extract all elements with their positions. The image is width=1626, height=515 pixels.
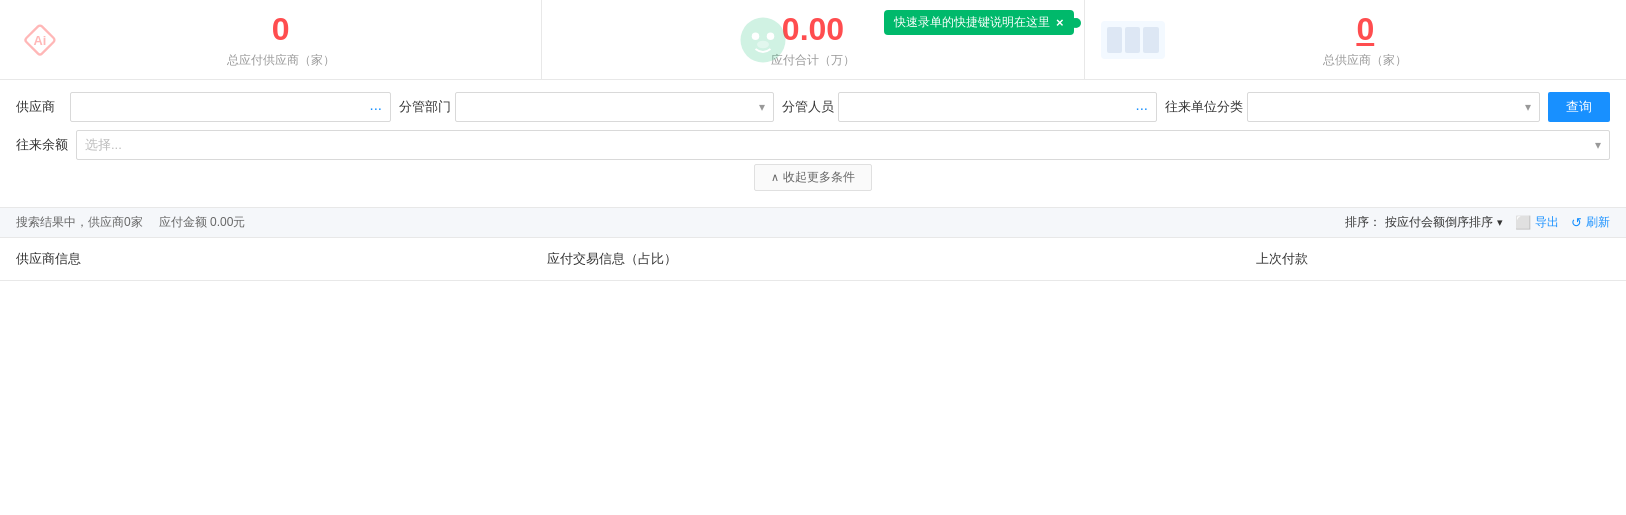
balance-chevron-icon: ▾ bbox=[1595, 138, 1601, 152]
collapse-row: ∧ 收起更多条件 bbox=[16, 160, 1610, 199]
filter-area: 供应商 ··· 分管部门 ▾ 分管人员 ··· 往来单位分类 ▾ bbox=[0, 80, 1626, 208]
filter-row-1: 供应商 ··· 分管部门 ▾ 分管人员 ··· 往来单位分类 ▾ bbox=[16, 92, 1610, 122]
total-payable-suppliers-label: 总应付供应商（家） bbox=[227, 52, 335, 69]
col-header-supplier: 供应商信息 bbox=[16, 250, 547, 268]
result-right-actions: 排序： 按应付会额倒序排序 ▾ ⬜ 导出 ↺ 刷新 bbox=[1345, 214, 1610, 231]
person-more-btn[interactable]: ··· bbox=[1135, 99, 1148, 116]
filter-row-2: 往来余额 选择... ▾ bbox=[16, 130, 1610, 160]
supplier-more-btn[interactable]: ··· bbox=[369, 99, 382, 116]
refresh-label: 刷新 bbox=[1586, 214, 1610, 231]
balance-select[interactable]: 选择... ▾ bbox=[76, 130, 1610, 160]
export-icon: ⬜ bbox=[1515, 215, 1531, 230]
tooltip-close-button[interactable]: × bbox=[1056, 15, 1064, 30]
collapse-button[interactable]: ∧ 收起更多条件 bbox=[754, 164, 872, 191]
sort-dropdown[interactable]: 排序： 按应付会额倒序排序 ▾ bbox=[1345, 214, 1503, 231]
department-select[interactable]: ▾ bbox=[455, 92, 774, 122]
svg-point-5 bbox=[757, 40, 769, 48]
refresh-button[interactable]: ↺ 刷新 bbox=[1571, 214, 1610, 231]
table-header: 供应商信息 应付交易信息（占比） 上次付款 bbox=[0, 238, 1626, 281]
filter-person: 分管人员 ··· bbox=[782, 92, 1157, 122]
col-header-lastpay: 上次付款 bbox=[1256, 250, 1610, 268]
total-payable-suppliers-number: 0 bbox=[272, 10, 290, 48]
stat-total-payable-amount: 0.00 应付合计（万） 快速录单的快捷键说明在这里 × bbox=[542, 0, 1084, 79]
unit-class-label: 往来单位分类 bbox=[1165, 98, 1243, 116]
unit-class-select[interactable]: ▾ bbox=[1247, 92, 1540, 122]
filter-unit-class: 往来单位分类 ▾ bbox=[1165, 92, 1540, 122]
table-body bbox=[0, 281, 1626, 515]
balance-filter-label: 往来余额 bbox=[16, 136, 68, 154]
result-summary: 搜索结果中，供应商0家 应付金额 0.00元 bbox=[16, 214, 245, 231]
stat-total-payable-suppliers: Ai 0 总应付供应商（家） bbox=[0, 0, 542, 79]
tooltip-text: 快速录单的快捷键说明在这里 bbox=[894, 14, 1050, 31]
sort-option: 按应付会额倒序排序 bbox=[1385, 214, 1493, 231]
export-button[interactable]: ⬜ 导出 bbox=[1515, 214, 1559, 231]
balance-placeholder: 选择... bbox=[85, 136, 122, 154]
department-chevron-icon: ▾ bbox=[759, 100, 765, 114]
department-filter-label: 分管部门 bbox=[399, 98, 451, 116]
total-suppliers-number: 0 bbox=[1356, 10, 1374, 48]
collapse-up-icon: ∧ bbox=[771, 171, 779, 184]
supplier-input[interactable]: ··· bbox=[70, 92, 391, 122]
filter-supplier: 供应商 ··· bbox=[16, 92, 391, 122]
result-amount: 应付金额 0.00元 bbox=[159, 214, 246, 231]
svg-point-4 bbox=[767, 32, 775, 40]
refresh-icon: ↺ bbox=[1571, 215, 1582, 230]
sort-label: 排序： bbox=[1345, 214, 1381, 231]
tooltip-bubble: 快速录单的快捷键说明在这里 × bbox=[884, 10, 1074, 35]
stats-bar: Ai 0 总应付供应商（家） 0.00 应付合计（万） 快速录单的快捷键说明在这… bbox=[0, 0, 1626, 80]
stat-total-suppliers: 0 总供应商（家） bbox=[1085, 0, 1626, 79]
sort-chevron-icon: ▾ bbox=[1497, 216, 1503, 229]
unit-class-chevron-icon: ▾ bbox=[1525, 100, 1531, 114]
svg-text:Ai: Ai bbox=[34, 32, 47, 47]
person-input[interactable]: ··· bbox=[838, 92, 1157, 122]
total-suppliers-label: 总供应商（家） bbox=[1323, 52, 1407, 69]
supplier-icon bbox=[1101, 21, 1165, 59]
supplier-filter-label: 供应商 bbox=[16, 98, 66, 116]
query-button[interactable]: 查询 bbox=[1548, 92, 1610, 122]
collapse-label: 收起更多条件 bbox=[783, 169, 855, 186]
person-filter-label: 分管人员 bbox=[782, 98, 834, 116]
col-header-transaction: 应付交易信息（占比） bbox=[547, 250, 1255, 268]
pig-icon bbox=[733, 10, 793, 70]
filter-department: 分管部门 ▾ bbox=[399, 92, 774, 122]
export-label: 导出 bbox=[1535, 214, 1559, 231]
diamond-logo-icon: Ai bbox=[18, 18, 62, 62]
result-bar: 搜索结果中，供应商0家 应付金额 0.00元 排序： 按应付会额倒序排序 ▾ ⬜… bbox=[0, 208, 1626, 238]
table-area: 供应商信息 应付交易信息（占比） 上次付款 bbox=[0, 238, 1626, 515]
svg-point-3 bbox=[752, 32, 760, 40]
svg-point-2 bbox=[740, 17, 785, 62]
result-supplier-count: 搜索结果中，供应商0家 bbox=[16, 214, 143, 231]
